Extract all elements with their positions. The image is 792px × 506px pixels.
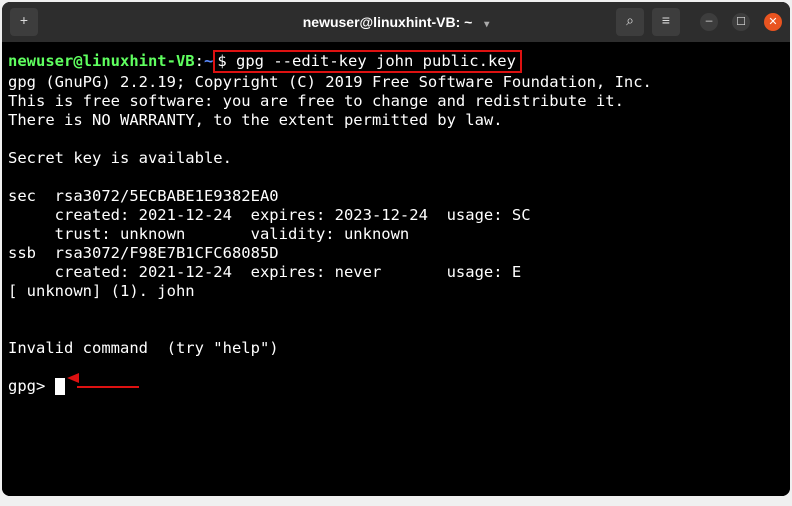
prompt-path: ~ <box>204 52 213 70</box>
search-icon: ⌕ <box>626 14 634 30</box>
output-line: sec rsa3072/5ECBABE1E9382EA0 <box>8 187 279 205</box>
command-highlight: $ gpg --edit-key john public.key <box>213 50 522 73</box>
close-icon: ✕ <box>768 15 777 29</box>
plus-icon: + <box>20 14 28 30</box>
output-line: This is free software: you are free to c… <box>8 92 624 110</box>
output-line: created: 2021-12-24 expires: 2023-12-24 … <box>8 206 549 224</box>
output-line: trust: unknown validity: unknown <box>8 225 409 243</box>
gpg-prompt: gpg> <box>8 377 55 395</box>
menu-icon: ≡ <box>662 14 670 30</box>
window-title: newuser@linuxhint-VB: ~ ▾ <box>303 14 490 30</box>
output-line: ssb rsa3072/F98E7B1CFC68085D <box>8 244 279 262</box>
output-line: There is NO WARRANTY, to the extent perm… <box>8 111 503 129</box>
cursor <box>55 378 65 395</box>
titlebar-right: ⌕ ≡ — ☐ ✕ <box>616 8 782 36</box>
titlebar: + newuser@linuxhint-VB: ~ ▾ ⌕ ≡ — ☐ <box>2 2 790 42</box>
minimize-icon: — <box>706 16 713 28</box>
output-line: [ unknown] (1). john <box>8 282 195 300</box>
prompt-colon: : <box>195 52 204 70</box>
minimize-button[interactable]: — <box>700 13 718 31</box>
terminal-content[interactable]: newuser@linuxhint-VB:~$ gpg --edit-key j… <box>2 42 790 496</box>
titlebar-left: + <box>10 8 38 36</box>
menu-button[interactable]: ≡ <box>652 8 680 36</box>
window-title-text: newuser@linuxhint-VB: ~ <box>303 14 473 30</box>
terminal-window: + newuser@linuxhint-VB: ~ ▾ ⌕ ≡ — ☐ <box>2 2 790 496</box>
maximize-button[interactable]: ☐ <box>732 13 750 31</box>
chevron-down-icon[interactable]: ▾ <box>484 19 489 30</box>
output-line: created: 2021-12-24 expires: never usage… <box>8 263 549 281</box>
window-controls: — ☐ ✕ <box>700 13 782 31</box>
arrow-line <box>77 386 139 388</box>
maximize-icon: ☐ <box>736 15 746 29</box>
command-text: gpg --edit-key john public.key <box>236 52 516 70</box>
prompt-symbol: $ <box>217 52 226 70</box>
output-line: Invalid command (try "help") <box>8 339 279 357</box>
output-line: Secret key is available. <box>8 149 232 167</box>
new-tab-button[interactable]: + <box>10 8 38 36</box>
output-line: gpg (GnuPG) 2.2.19; Copyright (C) 2019 F… <box>8 73 652 91</box>
annotation-arrow <box>77 377 139 396</box>
prompt-user: newuser@linuxhint-VB <box>8 52 195 70</box>
close-button[interactable]: ✕ <box>764 13 782 31</box>
arrow-head-icon <box>67 373 79 383</box>
search-button[interactable]: ⌕ <box>616 8 644 36</box>
